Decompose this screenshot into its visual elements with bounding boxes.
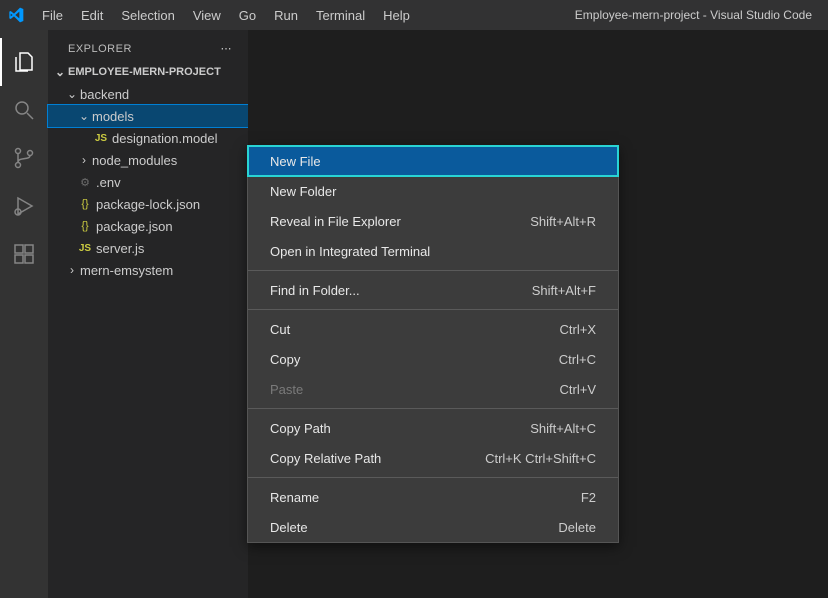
menu-edit[interactable]: Edit: [73, 4, 111, 27]
context-menu-shortcut: F2: [581, 490, 596, 505]
js-icon: JS: [76, 243, 94, 254]
context-menu-item[interactable]: Copy Relative Path Ctrl+K Ctrl+Shift+C: [248, 443, 618, 473]
window-title: Employee-mern-project - Visual Studio Co…: [575, 8, 812, 22]
context-menu-item[interactable]: Cut Ctrl+X: [248, 314, 618, 344]
context-menu-shortcut: Shift+Alt+F: [532, 283, 596, 298]
folder-models[interactable]: ⌄ models: [48, 105, 248, 127]
context-menu-label: Paste: [270, 382, 303, 397]
search-icon: [12, 98, 36, 122]
files-icon: [12, 50, 36, 74]
context-menu-item[interactable]: Delete Delete: [248, 512, 618, 542]
folder-backend[interactable]: ⌄ backend: [48, 83, 248, 105]
file-env[interactable]: ⚙ .env: [48, 171, 248, 193]
menu-terminal[interactable]: Terminal: [308, 4, 373, 27]
context-menu-shortcut: Ctrl+K Ctrl+Shift+C: [485, 451, 596, 466]
context-menu-item[interactable]: Copy Ctrl+C: [248, 344, 618, 374]
context-menu-item[interactable]: New Folder: [248, 176, 618, 206]
js-icon: JS: [92, 133, 110, 144]
menu-go[interactable]: Go: [231, 4, 264, 27]
debug-icon: [12, 194, 36, 218]
folder-label: models: [92, 109, 134, 124]
gear-icon: ⚙: [76, 176, 94, 189]
menu-bar: File Edit Selection View Go Run Terminal…: [34, 4, 418, 27]
context-menu-separator: [248, 270, 618, 271]
context-menu-item[interactable]: Copy Path Shift+Alt+C: [248, 413, 618, 443]
menu-file[interactable]: File: [34, 4, 71, 27]
context-menu-item[interactable]: Rename F2: [248, 482, 618, 512]
context-menu-label: New File: [270, 154, 321, 169]
context-menu-label: New Folder: [270, 184, 336, 199]
activity-bar: [0, 30, 48, 598]
chevron-right-icon: ›: [64, 263, 80, 277]
menu-selection[interactable]: Selection: [113, 4, 182, 27]
menu-view[interactable]: View: [185, 4, 229, 27]
folder-label: node_modules: [92, 153, 177, 168]
context-menu-shortcut: Ctrl+V: [560, 382, 596, 397]
context-menu-item: Paste Ctrl+V: [248, 374, 618, 404]
file-label: package-lock.json: [96, 197, 200, 212]
context-menu-label: Copy Path: [270, 421, 331, 436]
file-tree: ⌄ EMPLOYEE-MERN-PROJECT ⌄ backend ⌄ mode…: [48, 61, 248, 281]
file-package-lock[interactable]: {} package-lock.json: [48, 193, 248, 215]
context-menu-shortcut: Delete: [558, 520, 596, 535]
context-menu-item[interactable]: Open in Integrated Terminal: [248, 236, 618, 266]
sidebar: EXPLORER ⋯ ⌄ EMPLOYEE-MERN-PROJECT ⌄ bac…: [48, 30, 248, 598]
context-menu-item[interactable]: Find in Folder... Shift+Alt+F: [248, 275, 618, 305]
section-label: EMPLOYEE-MERN-PROJECT: [68, 66, 221, 78]
menu-help[interactable]: Help: [375, 4, 418, 27]
context-menu-label: Cut: [270, 322, 290, 337]
context-menu: New File New Folder Reveal in File Explore…: [247, 145, 619, 543]
braces-icon: {}: [76, 220, 94, 232]
context-menu-label: Reveal in File Explorer: [270, 214, 401, 229]
context-menu-label: Delete: [270, 520, 308, 535]
chevron-down-icon: ⌄: [52, 65, 68, 79]
menu-run[interactable]: Run: [266, 4, 306, 27]
file-label: designation.model: [112, 131, 218, 146]
context-menu-shortcut: Shift+Alt+C: [530, 421, 596, 436]
folder-label: backend: [80, 87, 129, 102]
activity-search[interactable]: [0, 86, 48, 134]
context-menu-item[interactable]: Reveal in File Explorer Shift+Alt+R: [248, 206, 618, 236]
tree-section[interactable]: ⌄ EMPLOYEE-MERN-PROJECT: [48, 61, 248, 83]
sidebar-header: EXPLORER ⋯: [48, 36, 248, 61]
chevron-right-icon: ›: [76, 153, 92, 167]
chevron-down-icon: ⌄: [76, 109, 92, 123]
more-icon[interactable]: ⋯: [221, 42, 233, 55]
context-menu-separator: [248, 477, 618, 478]
activity-source-control[interactable]: [0, 134, 48, 182]
context-menu-label: Open in Integrated Terminal: [270, 244, 430, 259]
context-menu-label: Find in Folder...: [270, 283, 360, 298]
file-label: package.json: [96, 219, 173, 234]
extensions-icon: [12, 242, 36, 266]
file-label: .env: [96, 175, 121, 190]
context-menu-label: Copy: [270, 352, 300, 367]
activity-extensions[interactable]: [0, 230, 48, 278]
folder-mern-emsystem[interactable]: › mern-emsystem: [48, 259, 248, 281]
sidebar-title: EXPLORER: [68, 43, 132, 55]
vscode-logo-icon: [8, 7, 24, 23]
file-designation-model[interactable]: JS designation.model: [48, 127, 248, 149]
activity-explorer[interactable]: [0, 38, 48, 86]
activity-run-debug[interactable]: [0, 182, 48, 230]
titlebar: File Edit Selection View Go Run Terminal…: [0, 0, 828, 30]
file-label: server.js: [96, 241, 144, 256]
branch-icon: [12, 146, 36, 170]
folder-node-modules[interactable]: › node_modules: [48, 149, 248, 171]
chevron-down-icon: ⌄: [64, 87, 80, 101]
context-menu-separator: [248, 309, 618, 310]
context-menu-separator: [248, 408, 618, 409]
braces-icon: {}: [76, 198, 94, 210]
file-package-json[interactable]: {} package.json: [48, 215, 248, 237]
file-server-js[interactable]: JS server.js: [48, 237, 248, 259]
folder-label: mern-emsystem: [80, 263, 173, 278]
context-menu-label: Copy Relative Path: [270, 451, 381, 466]
context-menu-shortcut: Shift+Alt+R: [530, 214, 596, 229]
context-menu-item[interactable]: New File: [248, 146, 618, 176]
context-menu-shortcut: Ctrl+X: [560, 322, 596, 337]
context-menu-shortcut: Ctrl+C: [559, 352, 596, 367]
context-menu-label: Rename: [270, 490, 319, 505]
